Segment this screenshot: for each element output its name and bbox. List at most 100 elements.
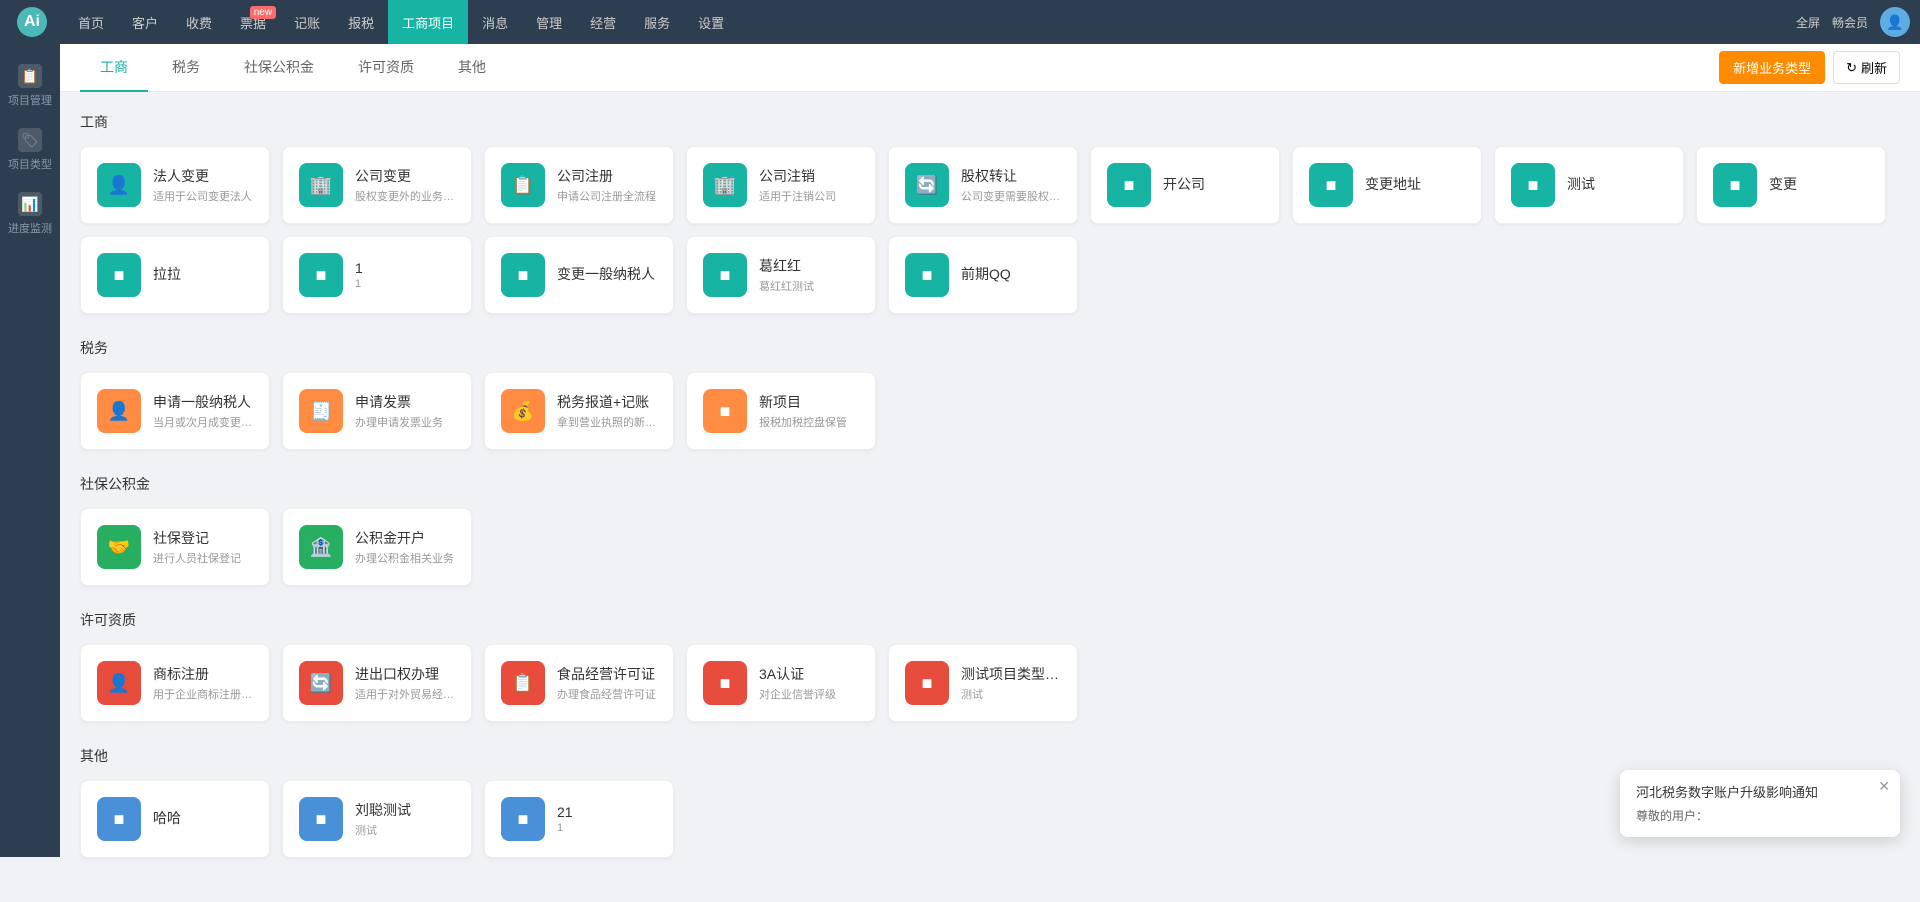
card-haha[interactable]: ■ 哈哈 bbox=[80, 780, 270, 858]
tab-gongshang[interactable]: 工商 bbox=[80, 44, 148, 92]
card-shuiwu-baodao[interactable]: 💰 税务报道+记账 拿到营业执照的新公司 bbox=[484, 372, 674, 450]
subtabs-actions: 新增业务类型 ↻ 刷新 bbox=[1719, 51, 1900, 84]
avatar[interactable]: 👤 bbox=[1880, 7, 1910, 37]
tab-shuiwu[interactable]: 税务 bbox=[152, 44, 220, 92]
card-icon: 🏢 bbox=[299, 163, 343, 207]
card-title: 测试项目类型自定义 bbox=[961, 664, 1061, 684]
sidebar-item-label: 项目管理 bbox=[8, 92, 52, 108]
card-desc: 股权变更外的业务变更 bbox=[355, 188, 455, 204]
sidebar-item-progress[interactable]: 📊 进度监测 bbox=[0, 182, 60, 246]
nav-tax[interactable]: 报税 bbox=[334, 0, 388, 44]
card-title: 社保登记 bbox=[153, 528, 241, 548]
card-title: 股权转让 bbox=[961, 166, 1061, 186]
card-icon: 🤝 bbox=[97, 525, 141, 569]
notification-close-btn[interactable]: ✕ bbox=[1878, 778, 1890, 795]
nav-manage[interactable]: 管理 bbox=[522, 0, 576, 44]
gongshang-section-title: 工商 bbox=[80, 112, 1900, 132]
card-kai-gongsi[interactable]: ■ 开公司 bbox=[1090, 146, 1280, 224]
card-desc: 报税加税控盘保管 bbox=[759, 414, 847, 430]
card-3a-renzheng[interactable]: ■ 3A认证 对企业信誉评级 bbox=[686, 644, 876, 722]
card-desc: 测试 bbox=[961, 686, 1061, 702]
card-gongsi-zhuce[interactable]: 📋 公司注册 申请公司注册全流程 bbox=[484, 146, 674, 224]
refresh-button[interactable]: ↻ 刷新 bbox=[1833, 51, 1900, 84]
card-21[interactable]: ■ 21 1 bbox=[484, 780, 674, 858]
card-desc: 拿到营业执照的新公司 bbox=[557, 414, 657, 430]
card-1[interactable]: ■ 1 1 bbox=[282, 236, 472, 314]
card-title: 公司注销 bbox=[759, 166, 836, 186]
nav-home[interactable]: 首页 bbox=[64, 0, 118, 44]
card-ceshi[interactable]: ■ 测试 bbox=[1494, 146, 1684, 224]
card-jinchukou-banli[interactable]: 🔄 进出口权办理 适用于对外贸易经营者 bbox=[282, 644, 472, 722]
nav-customer[interactable]: 客户 bbox=[118, 0, 172, 44]
shuiwu-cards-grid: 👤 申请一般纳税人 当月或次月成变更完成 🧾 申请发票 办理申请发票业务 💰 税… bbox=[80, 372, 1900, 450]
fullscreen-btn[interactable]: 全屏 bbox=[1796, 14, 1820, 31]
card-guquan-zhuanrang[interactable]: 🔄 股权转让 公司变更需要股权转让 bbox=[888, 146, 1078, 224]
sidebar-item-label: 项目类型 bbox=[8, 156, 52, 172]
card-title: 3A认证 bbox=[759, 664, 836, 684]
card-desc: 办理申请发票业务 bbox=[355, 414, 443, 430]
card-shipin-xuke[interactable]: 📋 食品经营许可证 办理食品经营许可证 bbox=[484, 644, 674, 722]
card-icon: ■ bbox=[1107, 163, 1151, 207]
card-title: 法人变更 bbox=[153, 166, 252, 186]
shebao-section-title: 社保公积金 bbox=[80, 474, 1900, 494]
card-shebao-dengji[interactable]: 🤝 社保登记 进行人员社保登记 bbox=[80, 508, 270, 586]
card-shenqing-yibanna[interactable]: 👤 申请一般纳税人 当月或次月成变更完成 bbox=[80, 372, 270, 450]
card-biangeng-納税[interactable]: ■ 变更一般纳税人 bbox=[484, 236, 674, 314]
top-navigation: Ai 首页 客户 收费 票据 new 记账 报税 工商项目 消息 管理 经营 服… bbox=[0, 0, 1920, 44]
card-title: 进出口权办理 bbox=[355, 664, 455, 684]
card-icon: 💰 bbox=[501, 389, 545, 433]
card-biangeng[interactable]: ■ 变更 bbox=[1696, 146, 1886, 224]
card-icon: 👤 bbox=[97, 389, 141, 433]
card-faren-biangeng[interactable]: 👤 法人变更 适用于公司变更法人 bbox=[80, 146, 270, 224]
progress-icon: 📊 bbox=[18, 192, 42, 216]
card-title: 刘聪测试 bbox=[355, 800, 411, 820]
tab-xuke[interactable]: 许可资质 bbox=[338, 44, 434, 92]
add-type-button[interactable]: 新增业务类型 bbox=[1719, 51, 1825, 84]
nav-ticket[interactable]: 票据 new bbox=[226, 0, 280, 44]
card-shenqing-fapiao[interactable]: 🧾 申请发票 办理申请发票业务 bbox=[282, 372, 472, 450]
card-title: 变更地址 bbox=[1365, 174, 1421, 194]
card-icon: ■ bbox=[501, 797, 545, 841]
nav-fee[interactable]: 收费 bbox=[172, 0, 226, 44]
card-shangbiao-zhuce[interactable]: 👤 商标注册 用于企业商标注册服务 bbox=[80, 644, 270, 722]
card-desc: 1 bbox=[355, 278, 363, 290]
card-ge-honghong[interactable]: ■ 葛红红 葛红红测试 bbox=[686, 236, 876, 314]
nav-project[interactable]: 工商项目 bbox=[388, 0, 468, 44]
card-gongsi-zhuxiao[interactable]: 🏢 公司注销 适用于注销公司 bbox=[686, 146, 876, 224]
tab-qita[interactable]: 其他 bbox=[438, 44, 506, 92]
card-gongjijin-kaihu[interactable]: 🏦 公积金开户 办理公积金相关业务 bbox=[282, 508, 472, 586]
card-qianqi-qq[interactable]: ■ 前期QQ bbox=[888, 236, 1078, 314]
nav-bookkeeping[interactable]: 记账 bbox=[280, 0, 334, 44]
member-btn[interactable]: 畅会员 bbox=[1832, 14, 1868, 31]
card-icon: ■ bbox=[1511, 163, 1555, 207]
refresh-icon: ↻ bbox=[1846, 60, 1857, 76]
card-desc: 进行人员社保登记 bbox=[153, 550, 241, 566]
card-title: 21 bbox=[557, 804, 573, 820]
shuiwu-section-title: 税务 bbox=[80, 338, 1900, 358]
nav-operate[interactable]: 经营 bbox=[576, 0, 630, 44]
shebao-cards-grid: 🤝 社保登记 进行人员社保登记 🏦 公积金开户 办理公积金相关业务 bbox=[80, 508, 1900, 586]
sub-tabs: 工商 税务 社保公积金 许可资质 其他 新增业务类型 ↻ 刷新 bbox=[60, 44, 1920, 92]
card-desc: 公司变更需要股权转让 bbox=[961, 188, 1061, 204]
sidebar-item-project-manage[interactable]: 📋 项目管理 bbox=[0, 54, 60, 118]
card-xin-xiangmu[interactable]: ■ 新项目 报税加税控盘保管 bbox=[686, 372, 876, 450]
card-ceshi-xiangmu-leixin[interactable]: ■ 测试项目类型自定义 测试 bbox=[888, 644, 1078, 722]
card-icon: ■ bbox=[501, 253, 545, 297]
card-liucong-ceshi[interactable]: ■ 刘聪测试 测试 bbox=[282, 780, 472, 858]
tab-shebao[interactable]: 社保公积金 bbox=[224, 44, 334, 92]
card-icon: 🏢 bbox=[703, 163, 747, 207]
card-icon: ■ bbox=[1309, 163, 1353, 207]
card-icon: ■ bbox=[97, 797, 141, 841]
card-title: 公积金开户 bbox=[355, 528, 454, 548]
card-biangeng-dizhi[interactable]: ■ 变更地址 bbox=[1292, 146, 1482, 224]
nav-settings[interactable]: 设置 bbox=[684, 0, 738, 44]
nav-service[interactable]: 服务 bbox=[630, 0, 684, 44]
card-icon: ■ bbox=[299, 253, 343, 297]
card-gongsi-biangeng[interactable]: 🏢 公司变更 股权变更外的业务变更 bbox=[282, 146, 472, 224]
card-title: 公司变更 bbox=[355, 166, 455, 186]
nav-message[interactable]: 消息 bbox=[468, 0, 522, 44]
card-title: 申请发票 bbox=[355, 392, 443, 412]
card-lala[interactable]: ■ 拉拉 bbox=[80, 236, 270, 314]
new-badge: new bbox=[250, 6, 276, 19]
sidebar-item-project-type[interactable]: 🏷 项目类型 bbox=[0, 118, 60, 182]
